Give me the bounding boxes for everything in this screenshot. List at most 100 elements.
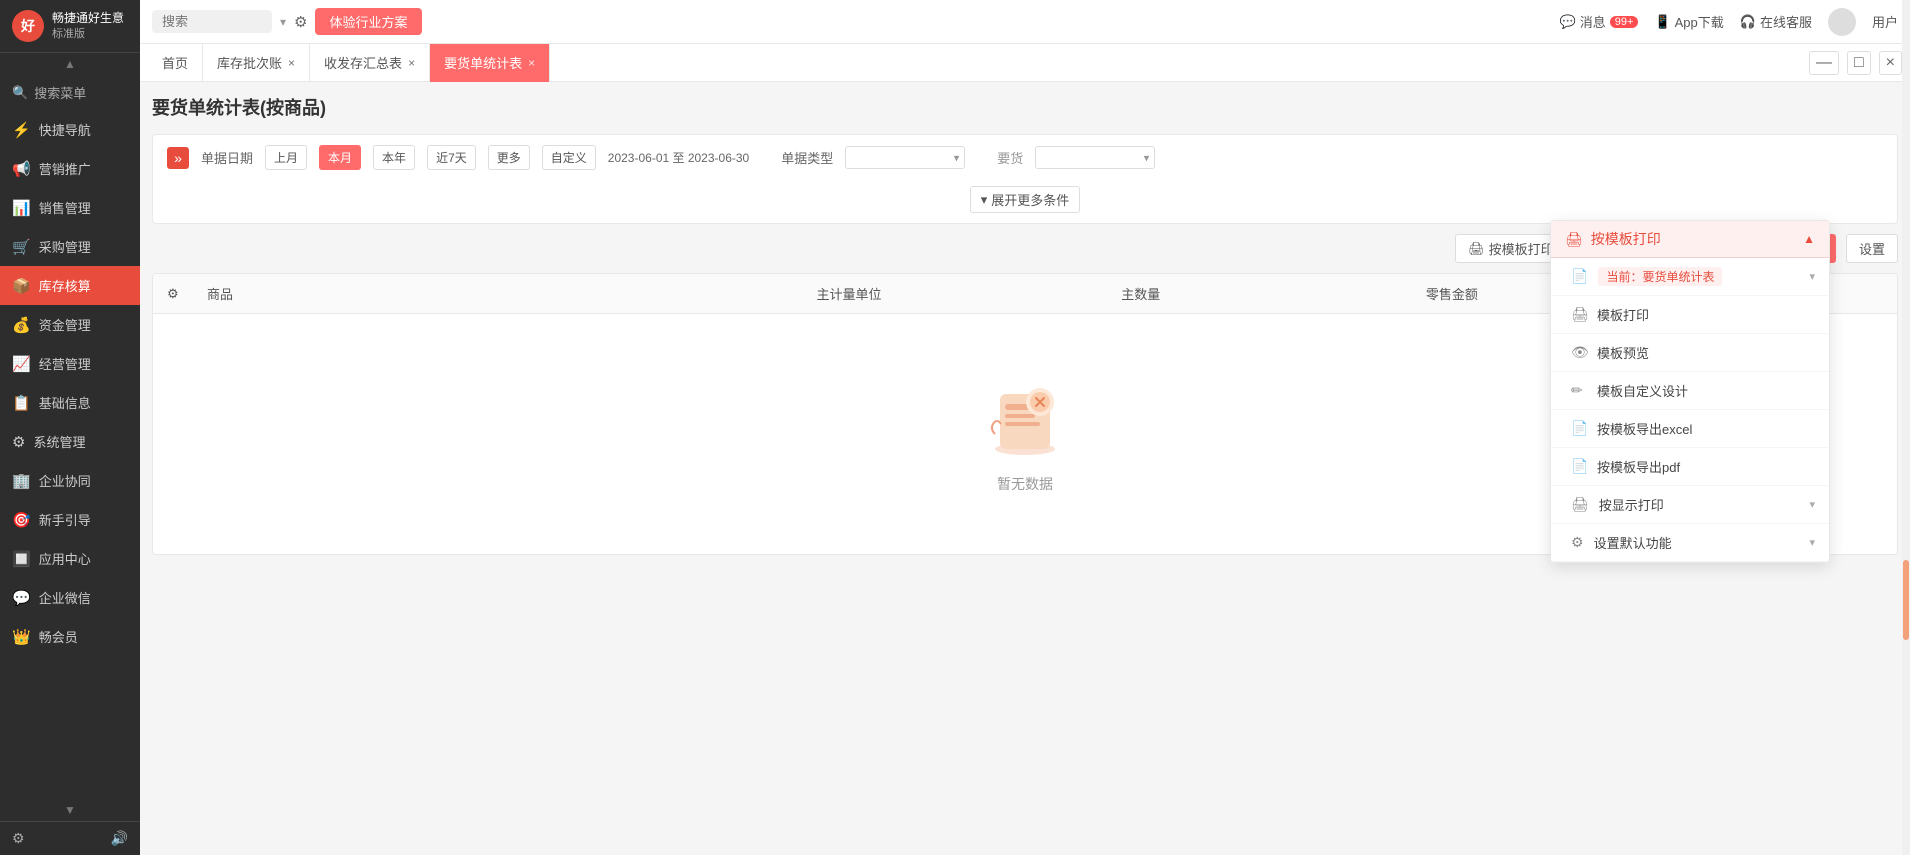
- member-icon: 👑: [12, 628, 31, 646]
- tab-batch-account[interactable]: 库存批次账 ×: [203, 44, 310, 82]
- order-type-select-wrapper: [845, 146, 965, 169]
- settings-bottom-icon[interactable]: ⚙: [12, 830, 25, 847]
- expand-more-button[interactable]: ▾ 展开更多条件: [970, 186, 1081, 213]
- tab-close-order-stats[interactable]: ×: [528, 56, 535, 70]
- template-icon: 📄: [1571, 268, 1588, 285]
- tab-close-batch-account[interactable]: ×: [288, 56, 295, 70]
- sidebar-item-sales[interactable]: 📊 销售管理: [0, 188, 140, 227]
- dropdown-header[interactable]: 🖨 按模板打印 ▲: [1551, 221, 1829, 258]
- page-content: 要货单统计表(按商品) » 单据日期 上月 本月 本年 近7天 更多 自定义 2…: [140, 82, 1910, 855]
- sidebar: 好 畅捷通好生意 标准版 ▲ 🔍 搜索菜单 ⚡ 快捷导航 📢 营销推广 📊 销售…: [0, 0, 140, 855]
- date-btn-current-month[interactable]: 本月: [319, 145, 361, 170]
- tab-order-stats[interactable]: 要货单统计表 ×: [430, 44, 550, 82]
- download-icon: 📱: [1654, 14, 1670, 30]
- dropdown-chevron-icon: ▲: [1803, 232, 1815, 246]
- sidebar-item-wechat[interactable]: 💬 企业微信: [0, 578, 140, 617]
- order-goods-select[interactable]: [1035, 146, 1155, 169]
- sidebar-item-purchase[interactable]: 🛒 采购管理: [0, 227, 140, 266]
- message-item[interactable]: 💬 消息 99+: [1560, 12, 1639, 31]
- dropdown-template-preview[interactable]: 👁 模板预览: [1551, 334, 1829, 372]
- date-btn-7days[interactable]: 近7天: [427, 145, 476, 170]
- speaker-icon[interactable]: 🔊: [111, 830, 128, 847]
- date-btn-custom[interactable]: 自定义: [542, 145, 596, 170]
- dropdown-template-excel[interactable]: 📄 按模板导出excel: [1551, 410, 1829, 448]
- sidebar-item-finance[interactable]: 💰 资金管理: [0, 305, 140, 344]
- search-icon: 🔍: [12, 85, 28, 101]
- sidebar-item-quick-nav[interactable]: ⚡ 快捷导航: [0, 110, 140, 149]
- order-type-select[interactable]: [845, 146, 965, 169]
- date-range-display: 2023-06-01 至 2023-06-30: [608, 149, 749, 166]
- col-settings[interactable]: ⚙: [167, 286, 207, 302]
- sidebar-item-marketing[interactable]: 📢 营销推广: [0, 149, 140, 188]
- purchase-icon: 🛒: [12, 238, 31, 256]
- set-default-icon: ⚙: [1571, 534, 1584, 551]
- excel-item-icon: 📄: [1571, 420, 1587, 437]
- basic-info-icon: 📋: [12, 394, 31, 412]
- tab-receipt-summary[interactable]: 收发存汇总表 ×: [310, 44, 430, 82]
- dropdown-template-print[interactable]: 🖨 模板打印: [1551, 296, 1829, 334]
- page-title: 要货单统计表(按商品): [152, 94, 1898, 120]
- close-button[interactable]: ×: [1879, 51, 1902, 75]
- empty-illustration: [975, 374, 1075, 464]
- date-label: 单据日期: [201, 148, 253, 167]
- wechat-icon: 💬: [12, 589, 31, 607]
- chevron-down-icon: ▾: [280, 15, 286, 29]
- trial-button[interactable]: 体验行业方案: [315, 8, 421, 35]
- tab-home[interactable]: 首页: [148, 44, 203, 82]
- sidebar-item-system[interactable]: ⚙ 系统管理: [0, 422, 140, 461]
- date-btn-last-month[interactable]: 上月: [265, 145, 307, 170]
- filter-bar: » 单据日期 上月 本月 本年 近7天 更多 自定义 2023-06-01 至 …: [152, 134, 1898, 224]
- system-icon: ⚙: [12, 433, 25, 451]
- sidebar-item-basic-info[interactable]: 📋 基础信息: [0, 383, 140, 422]
- app-logo-icon: 好: [12, 10, 44, 42]
- chevron-down-icon: ▾: [981, 192, 988, 208]
- minimize-button[interactable]: —: [1809, 51, 1839, 75]
- sidebar-scroll-up[interactable]: ▲: [0, 53, 140, 75]
- display-print-icon: 🖨: [1571, 496, 1589, 513]
- sidebar-bottom: ⚙ 🔊: [0, 821, 140, 855]
- sidebar-item-app-center[interactable]: 🔲 应用中心: [0, 539, 140, 578]
- sidebar-item-inventory[interactable]: 📦 库存核算: [0, 266, 140, 305]
- pdf-item-icon: 📄: [1571, 458, 1587, 475]
- col-product: 商品: [207, 284, 816, 303]
- dropdown-template-pdf[interactable]: 📄 按模板导出pdf: [1551, 448, 1829, 486]
- gear-icon[interactable]: ⚙: [294, 13, 307, 31]
- settings-button[interactable]: 设置: [1846, 234, 1898, 263]
- dropdown-current[interactable]: 📄 当前：要货单统计表 ▾: [1551, 258, 1829, 296]
- maximize-button[interactable]: □: [1847, 51, 1871, 75]
- avatar[interactable]: [1828, 8, 1856, 36]
- app-title: 畅捷通好生意 标准版: [52, 11, 124, 41]
- print-dropdown: 🖨 按模板打印 ▲ 📄 当前：要货单统计表 ▾ 🖨 模板打印 �: [1550, 220, 1830, 563]
- online-service-item[interactable]: 🎧 在线客服: [1740, 12, 1812, 31]
- topbar: ▾ ⚙ 体验行业方案 💬 消息 99+ 📱 App下载 🎧 在线客服 用户: [140, 0, 1910, 44]
- sidebar-item-guide[interactable]: 🎯 新手引导: [0, 500, 140, 539]
- sidebar-logo: 好 畅捷通好生意 标准版: [0, 0, 140, 53]
- col-qty: 主数量: [1121, 284, 1426, 303]
- sidebar-item-enterprise[interactable]: 🏢 企业协同: [0, 461, 140, 500]
- dropdown-display-print[interactable]: 🖨 按显示打印 ▾: [1551, 486, 1829, 524]
- current-chevron-icon: ▾: [1809, 270, 1815, 283]
- dropdown-set-default[interactable]: ⚙ 设置默认功能 ▾: [1551, 524, 1829, 562]
- print-item-icon: 🖨: [1571, 306, 1587, 323]
- sales-icon: 📊: [12, 199, 31, 217]
- sidebar-search[interactable]: 🔍 搜索菜单: [0, 75, 140, 110]
- filter-expand-button[interactable]: »: [167, 147, 189, 169]
- sidebar-scroll-down[interactable]: ▼: [0, 799, 140, 821]
- scrollbar-thumb[interactable]: [1903, 560, 1909, 640]
- service-icon: 🎧: [1740, 14, 1756, 30]
- dropdown-template-custom[interactable]: ✏ 模板自定义设计: [1551, 372, 1829, 410]
- operations-icon: 📈: [12, 355, 31, 373]
- order-type-label: 单据类型: [781, 148, 833, 167]
- scrollbar[interactable]: [1902, 0, 1910, 855]
- sidebar-item-member[interactable]: 👑 畅会员: [0, 617, 140, 656]
- quick-nav-icon: ⚡: [12, 121, 31, 139]
- topbar-left: ▾ ⚙ 体验行业方案: [152, 8, 422, 35]
- sidebar-item-operations[interactable]: 📈 经营管理: [0, 344, 140, 383]
- set-default-chevron: ▾: [1809, 536, 1815, 549]
- topbar-right: 💬 消息 99+ 📱 App下载 🎧 在线客服 用户: [1560, 8, 1898, 36]
- app-download-item[interactable]: 📱 App下载: [1654, 12, 1723, 31]
- search-input[interactable]: [152, 10, 272, 33]
- tab-close-receipt-summary[interactable]: ×: [408, 56, 415, 70]
- date-btn-current-year[interactable]: 本年: [373, 145, 415, 170]
- date-btn-more[interactable]: 更多: [488, 145, 530, 170]
